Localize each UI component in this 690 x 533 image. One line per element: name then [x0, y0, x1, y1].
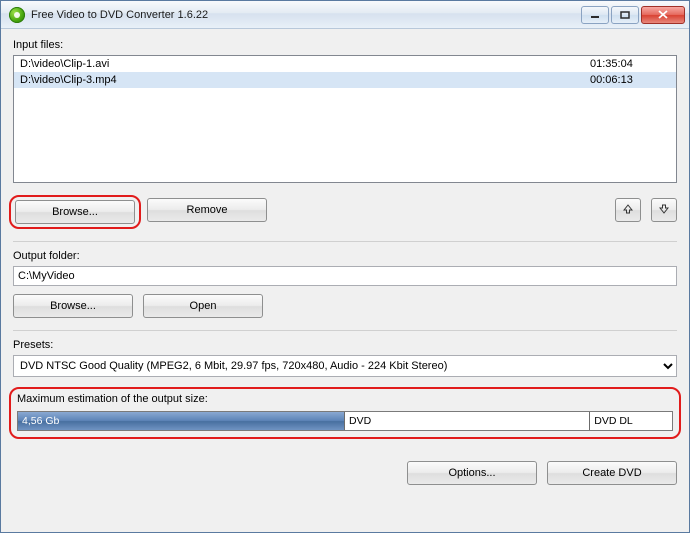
app-icon — [9, 7, 25, 23]
move-down-button[interactable] — [651, 198, 677, 222]
presets-section: Presets: DVD NTSC Good Quality (MPEG2, 6… — [13, 339, 677, 377]
list-item-duration: 01:35:04 — [590, 58, 670, 70]
output-button-row: Browse... Open — [13, 294, 677, 318]
size-dvddl-segment: DVD DL — [590, 412, 672, 430]
content-area: Input files: D:\video\Clip-1.avi 01:35:0… — [1, 29, 689, 532]
separator — [13, 330, 677, 331]
list-item-path: D:\video\Clip-1.avi — [20, 58, 590, 70]
list-item[interactable]: D:\video\Clip-1.avi 01:35:04 — [14, 56, 676, 72]
output-folder-label: Output folder: — [13, 250, 677, 262]
maximize-button[interactable] — [611, 6, 639, 24]
estimation-label: Maximum estimation of the output size: — [17, 393, 673, 405]
highlight-annotation: Browse... — [9, 195, 141, 229]
output-size-bar: 4,56 Gb DVD DVD DL — [17, 411, 673, 431]
window-title: Free Video to DVD Converter 1.6.22 — [31, 9, 581, 21]
open-output-button[interactable]: Open — [143, 294, 263, 318]
highlight-annotation: Maximum estimation of the output size: 4… — [9, 387, 681, 439]
options-button[interactable]: Options... — [407, 461, 537, 485]
list-item-path: D:\video\Clip-3.mp4 — [20, 74, 590, 86]
list-item-duration: 00:06:13 — [590, 74, 670, 86]
presets-select[interactable]: DVD NTSC Good Quality (MPEG2, 6 Mbit, 29… — [13, 355, 677, 377]
size-used-segment: 4,56 Gb — [18, 412, 345, 430]
list-item[interactable]: D:\video\Clip-3.mp4 00:06:13 — [14, 72, 676, 88]
output-folder-input[interactable] — [13, 266, 677, 286]
footer-row: Options... Create DVD — [13, 461, 677, 485]
input-button-row: Browse... Remove — [13, 191, 677, 229]
create-dvd-button[interactable]: Create DVD — [547, 461, 677, 485]
size-dvd-segment: DVD — [345, 412, 590, 430]
remove-button[interactable]: Remove — [147, 198, 267, 222]
window-controls — [581, 6, 685, 24]
arrow-up-icon — [623, 204, 633, 214]
presets-label: Presets: — [13, 339, 677, 351]
browse-input-button[interactable]: Browse... — [15, 200, 135, 224]
minimize-button[interactable] — [581, 6, 609, 24]
input-files-label: Input files: — [13, 39, 677, 51]
close-button[interactable] — [641, 6, 685, 24]
move-up-button[interactable] — [615, 198, 641, 222]
title-bar: Free Video to DVD Converter 1.6.22 — [1, 1, 689, 29]
input-files-list[interactable]: D:\video\Clip-1.avi 01:35:04 D:\video\Cl… — [13, 55, 677, 183]
browse-output-button[interactable]: Browse... — [13, 294, 133, 318]
output-folder-section: Output folder: Browse... Open — [13, 250, 677, 318]
arrow-down-icon — [659, 204, 669, 214]
input-files-section: Input files: D:\video\Clip-1.avi 01:35:0… — [13, 39, 677, 229]
separator — [13, 241, 677, 242]
